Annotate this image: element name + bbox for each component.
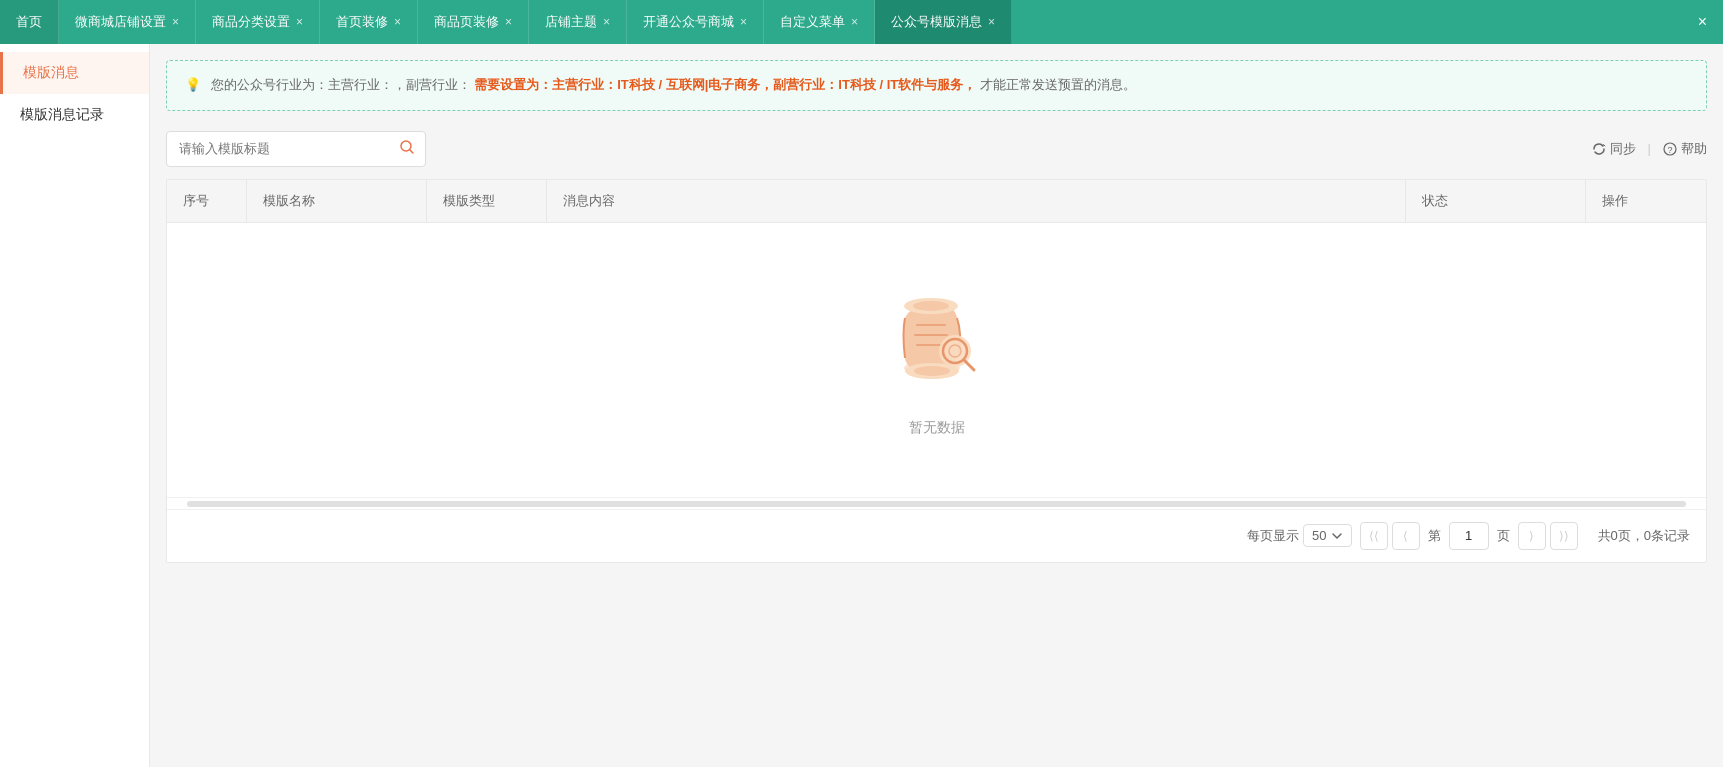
nav-tab-open[interactable]: 开通公众号商城 ×	[627, 0, 764, 44]
notice-prefix: 您的公众号行业为：主营行业：，副营行业：	[211, 77, 471, 92]
nav-tab-theme-label: 店铺主题	[545, 13, 597, 31]
last-page-button[interactable]: ⟩⟩	[1550, 522, 1578, 550]
sidebar-item-template-record-label: 模版消息记录	[20, 106, 104, 122]
toolbar-right: 同步 | ? 帮助	[1592, 140, 1707, 158]
page-size-value: 50	[1312, 528, 1326, 543]
help-button[interactable]: ? 帮助	[1663, 140, 1707, 158]
notice-box: 💡 您的公众号行业为：主营行业：，副营行业： 需要设置为：主营行业：IT科技 /…	[166, 60, 1707, 111]
scrollbar-area[interactable]	[167, 497, 1706, 509]
lightbulb-icon: 💡	[185, 75, 201, 96]
help-label: 帮助	[1681, 140, 1707, 158]
nav-tab-menu-label: 自定义菜单	[780, 13, 845, 31]
nav-tab-weishop[interactable]: 微商城店铺设置 ×	[59, 0, 196, 44]
svg-text:?: ?	[1667, 145, 1672, 155]
prev-page-button[interactable]: ⟨	[1392, 522, 1420, 550]
nav-tab-product[interactable]: 商品页装修 ×	[418, 0, 529, 44]
nav-tab-menu[interactable]: 自定义菜单 ×	[764, 0, 875, 44]
nav-tab-category[interactable]: 商品分类设置 ×	[196, 0, 320, 44]
close-template-btn[interactable]: ×	[988, 15, 995, 29]
page-nav: ⟨⟨ ⟨ 第 页 ⟩ ⟩⟩	[1360, 522, 1578, 550]
total-info: 共0页，0条记录	[1598, 527, 1690, 545]
page-label: 第	[1428, 527, 1441, 545]
svg-line-1	[410, 150, 413, 153]
pagination: 每页显示 50 ⟨⟨ ⟨ 第 页 ⟩ ⟩⟩	[167, 509, 1706, 562]
svg-line-14	[964, 360, 974, 370]
nav-tab-home-label: 首页	[16, 13, 42, 31]
sync-button[interactable]: 同步	[1592, 140, 1636, 158]
close-homepage-btn[interactable]: ×	[394, 15, 401, 29]
sidebar: 模版消息 模版消息记录	[0, 44, 150, 767]
empty-text: 暂无数据	[909, 419, 965, 437]
nav-tab-homepage[interactable]: 首页装修 ×	[320, 0, 418, 44]
content-area: 💡 您的公众号行业为：主营行业：，副营行业： 需要设置为：主营行业：IT科技 /…	[150, 44, 1723, 767]
col-header-status: 状态	[1406, 180, 1586, 222]
nav-tab-theme[interactable]: 店铺主题 ×	[529, 0, 627, 44]
sidebar-item-template-label: 模版消息	[23, 64, 79, 80]
sync-label: 同步	[1610, 140, 1636, 158]
col-header-action: 操作	[1586, 180, 1706, 222]
empty-state: 暂无数据	[167, 223, 1706, 497]
svg-point-6	[913, 301, 949, 311]
search-input-wrap	[166, 131, 426, 167]
nav-tab-weishop-label: 微商城店铺设置	[75, 13, 166, 31]
notice-highlight: 需要设置为：主营行业：IT科技 / 互联网|电子商务，副营行业：IT科技 / I…	[474, 77, 976, 92]
col-header-index: 序号	[167, 180, 247, 222]
next-page-button[interactable]: ⟩	[1518, 522, 1546, 550]
nav-tab-home[interactable]: 首页	[0, 0, 59, 44]
col-header-content: 消息内容	[547, 180, 1406, 222]
scrollbar-track	[187, 501, 1686, 507]
page-number-input[interactable]	[1449, 522, 1489, 550]
close-theme-btn[interactable]: ×	[603, 15, 610, 29]
toolbar-divider: |	[1648, 141, 1651, 156]
nav-tab-template-label: 公众号模版消息	[891, 13, 982, 31]
close-weishop-btn[interactable]: ×	[172, 15, 179, 29]
svg-point-8	[914, 366, 950, 376]
page-size-label: 每页显示	[1247, 527, 1299, 545]
close-category-btn[interactable]: ×	[296, 15, 303, 29]
nav-tab-open-label: 开通公众号商城	[643, 13, 734, 31]
close-menu-btn[interactable]: ×	[851, 15, 858, 29]
nav-tab-homepage-label: 首页装修	[336, 13, 388, 31]
search-input[interactable]	[167, 134, 389, 163]
empty-illustration	[877, 283, 997, 403]
notice-suffix: 才能正常发送预置的消息。	[980, 77, 1136, 92]
table-header: 序号 模版名称 模版类型 消息内容 状态 操作	[167, 180, 1706, 223]
col-header-type: 模版类型	[427, 180, 547, 222]
top-nav: 首页 微商城店铺设置 × 商品分类设置 × 首页装修 × 商品页装修 × 店铺主…	[0, 0, 1723, 44]
nav-tab-category-label: 商品分类设置	[212, 13, 290, 31]
close-product-btn[interactable]: ×	[505, 15, 512, 29]
search-icon	[399, 139, 415, 155]
nav-tab-template[interactable]: 公众号模版消息 ×	[875, 0, 1012, 44]
nav-tab-product-label: 商品页装修	[434, 13, 499, 31]
search-button[interactable]	[389, 132, 425, 166]
sidebar-item-template[interactable]: 模版消息	[0, 52, 149, 94]
col-header-name: 模版名称	[247, 180, 427, 222]
sync-icon	[1592, 142, 1606, 156]
close-all-button[interactable]: ×	[1682, 13, 1723, 31]
close-open-btn[interactable]: ×	[740, 15, 747, 29]
first-page-button[interactable]: ⟨⟨	[1360, 522, 1388, 550]
page-unit: 页	[1497, 527, 1510, 545]
chevron-down-icon	[1331, 530, 1343, 542]
help-icon: ?	[1663, 142, 1677, 156]
data-table: 序号 模版名称 模版类型 消息内容 状态 操作	[166, 179, 1707, 563]
page-size-select: 每页显示 50	[1247, 524, 1351, 547]
main-layout: 模版消息 模版消息记录 💡 您的公众号行业为：主营行业：，副营行业： 需要设置为…	[0, 44, 1723, 767]
sidebar-item-template-record[interactable]: 模版消息记录	[0, 94, 149, 136]
search-bar: 同步 | ? 帮助	[166, 131, 1707, 167]
page-size-dropdown[interactable]: 50	[1303, 524, 1351, 547]
